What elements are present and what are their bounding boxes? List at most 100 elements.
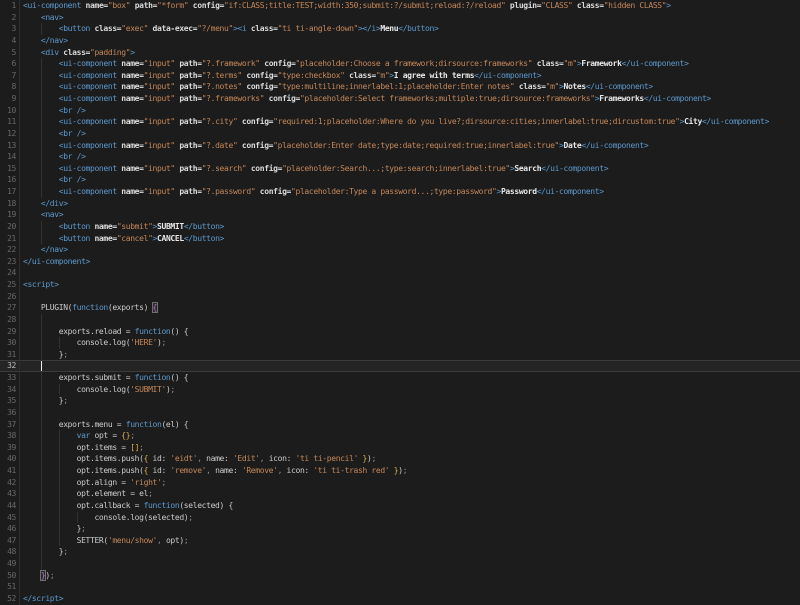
text-cursor: [40, 361, 42, 371]
code-line[interactable]: 48 };: [0, 546, 800, 558]
code-line[interactable]: 6 <ui-component name="input" path="?.fra…: [0, 58, 800, 70]
code-line[interactable]: 13 <ui-component name="input" path="?.da…: [0, 139, 800, 152]
line-number: 25: [0, 279, 20, 291]
code-token: path=: [174, 82, 202, 92]
indent-guide: [58, 523, 60, 535]
code-token: class=: [90, 24, 122, 34]
line-number: 43: [0, 488, 20, 500]
code-text: console.log('HERE');: [20, 337, 800, 349]
code-line[interactable]: 31 };: [0, 348, 800, 361]
code-line[interactable]: 28: [0, 313, 800, 326]
code-token: 'right': [130, 477, 162, 487]
code-line[interactable]: 32: [0, 360, 800, 372]
code-line[interactable]: 5 <div class="padding">: [0, 46, 800, 59]
code-text: </ui-component>: [20, 256, 800, 268]
code-line[interactable]: 52 </script>: [0, 592, 800, 605]
code-line[interactable]: 18 </div>: [0, 197, 800, 210]
code-line[interactable]: 22 </nav>: [0, 244, 800, 256]
indent-guide: [40, 534, 42, 547]
code-token: "?.city": [201, 117, 238, 127]
code-token: <nav>: [23, 210, 64, 220]
code-line[interactable]: 7 <ui-component name="input" path="?.ter…: [0, 69, 800, 82]
code-token: <ui-component: [23, 94, 117, 103]
code-token: </button>: [398, 24, 439, 34]
code-token: 'Remove': [241, 466, 278, 475]
code-text: console.log(selected);: [20, 511, 800, 524]
code-text: <ui-component name="input" path="?.terms…: [20, 69, 800, 82]
code-token: <ui-component: [23, 1, 82, 10]
code-line[interactable]: 16 <br />: [0, 174, 800, 186]
code-line[interactable]: 11 <ui-component name="input" path="?.ci…: [0, 116, 800, 128]
code-line[interactable]: 8 <ui-component name="input" path="?.not…: [0, 81, 800, 93]
code-token: path=: [174, 187, 202, 196]
code-line[interactable]: 45 console.log(selected);: [0, 511, 800, 524]
code-token: </div>: [23, 198, 68, 208]
code-line[interactable]: 9 <ui-component name="input" path="?.fra…: [0, 93, 800, 105]
code-text: };: [20, 523, 800, 535]
indent-guide: [40, 383, 42, 396]
code-line[interactable]: 1 <ui-component name="box" path="*form" c…: [0, 0, 800, 12]
indent-guide: [40, 186, 42, 198]
code-line[interactable]: 46 };: [0, 523, 800, 535]
indent-guide: [40, 220, 42, 233]
code-line[interactable]: 20 <button name="submit">SUBMIT</button>: [0, 220, 800, 233]
code-line[interactable]: 34 console.log('SUBMIT');: [0, 383, 800, 396]
code-line[interactable]: 44 opt.callback = function(selected) {: [0, 499, 800, 512]
code-token: </ui-component>: [621, 59, 689, 69]
code-token: "input": [143, 140, 176, 150]
code-line[interactable]: 25 <script>: [0, 279, 800, 291]
code-token: </script>: [23, 593, 64, 603]
code-line[interactable]: 26: [0, 290, 800, 303]
code-line[interactable]: 2 <nav>: [0, 11, 800, 24]
code-line[interactable]: 21 <button name="cancel">CANCEL</button>: [0, 232, 800, 245]
code-line[interactable]: 38 var opt = {};: [0, 430, 800, 442]
code-line[interactable]: 17 <ui-component name="input" path="?.pa…: [0, 186, 800, 198]
line-number: 18: [0, 197, 20, 210]
code-line[interactable]: 24: [0, 267, 800, 279]
code-line[interactable]: 29 exports.reload = function() {: [0, 325, 800, 338]
code-line[interactable]: 14 <br />: [0, 151, 800, 163]
code-line[interactable]: 39 opt.items = [];: [0, 441, 800, 454]
code-line[interactable]: 49: [0, 558, 800, 570]
code-token: var: [76, 431, 91, 441]
code-token: path=: [174, 117, 202, 127]
code-token: </button>: [183, 221, 225, 231]
code-line[interactable]: 41 opt.items.push({ id: 'remove', name: …: [0, 465, 800, 477]
indent-guide: [58, 511, 60, 524]
code-line[interactable]: 27 PLUGIN(function(exports) {: [0, 302, 800, 314]
code-token: "input": [143, 82, 176, 92]
code-line[interactable]: 10 <br />: [0, 104, 800, 117]
code-line[interactable]: 47 SETTER('menu/show', opt);: [0, 534, 800, 547]
code-line[interactable]: 4 </nav>: [0, 34, 800, 47]
indent-guide: [58, 453, 60, 465]
code-token: ;: [148, 489, 153, 499]
code-line[interactable]: 42 opt.align = 'right';: [0, 476, 800, 489]
code-line[interactable]: 36: [0, 406, 800, 419]
code-token: <ui-component: [23, 163, 117, 173]
code-token: data-exec=: [148, 24, 198, 34]
line-number: 47: [0, 534, 20, 547]
code-line[interactable]: 3 <button class="exec" data-exec="?/menu…: [0, 23, 800, 35]
line-number: 1: [0, 0, 20, 12]
code-token: path=: [174, 163, 202, 173]
code-line[interactable]: 40 opt.items.push({ id: 'eidt', name: 'E…: [0, 453, 800, 465]
code-line[interactable]: 51: [0, 581, 800, 593]
code-token: (selected) {: [179, 500, 233, 510]
code-line[interactable]: 23 </ui-component>: [0, 255, 800, 268]
code-line[interactable]: 30 console.log('HERE');: [0, 337, 800, 349]
code-line[interactable]: 33 exports.submit = function() {: [0, 372, 800, 384]
code-token: ;: [63, 547, 68, 557]
code-line[interactable]: 43 opt.element = el;: [0, 488, 800, 500]
code-token: </ui-component>: [585, 82, 653, 92]
code-token: "placeholder:Choose a framework;dirsourc…: [295, 59, 533, 69]
line-number: 22: [0, 244, 20, 256]
code-line[interactable]: 37 exports.menu = function(el) {: [0, 418, 800, 431]
code-token: "?.date": [201, 140, 238, 150]
code-editor[interactable]: 1 <ui-component name="box" path="*form" c…: [0, 0, 800, 605]
code-line[interactable]: 19 <nav>: [0, 209, 800, 221]
code-line[interactable]: 12 <br />: [0, 127, 800, 140]
code-line[interactable]: 15 <ui-component name="input" path="?.se…: [0, 162, 800, 175]
code-line[interactable]: 35 };: [0, 395, 800, 407]
code-line[interactable]: 50 });: [0, 569, 800, 582]
code-text: });: [20, 569, 800, 582]
